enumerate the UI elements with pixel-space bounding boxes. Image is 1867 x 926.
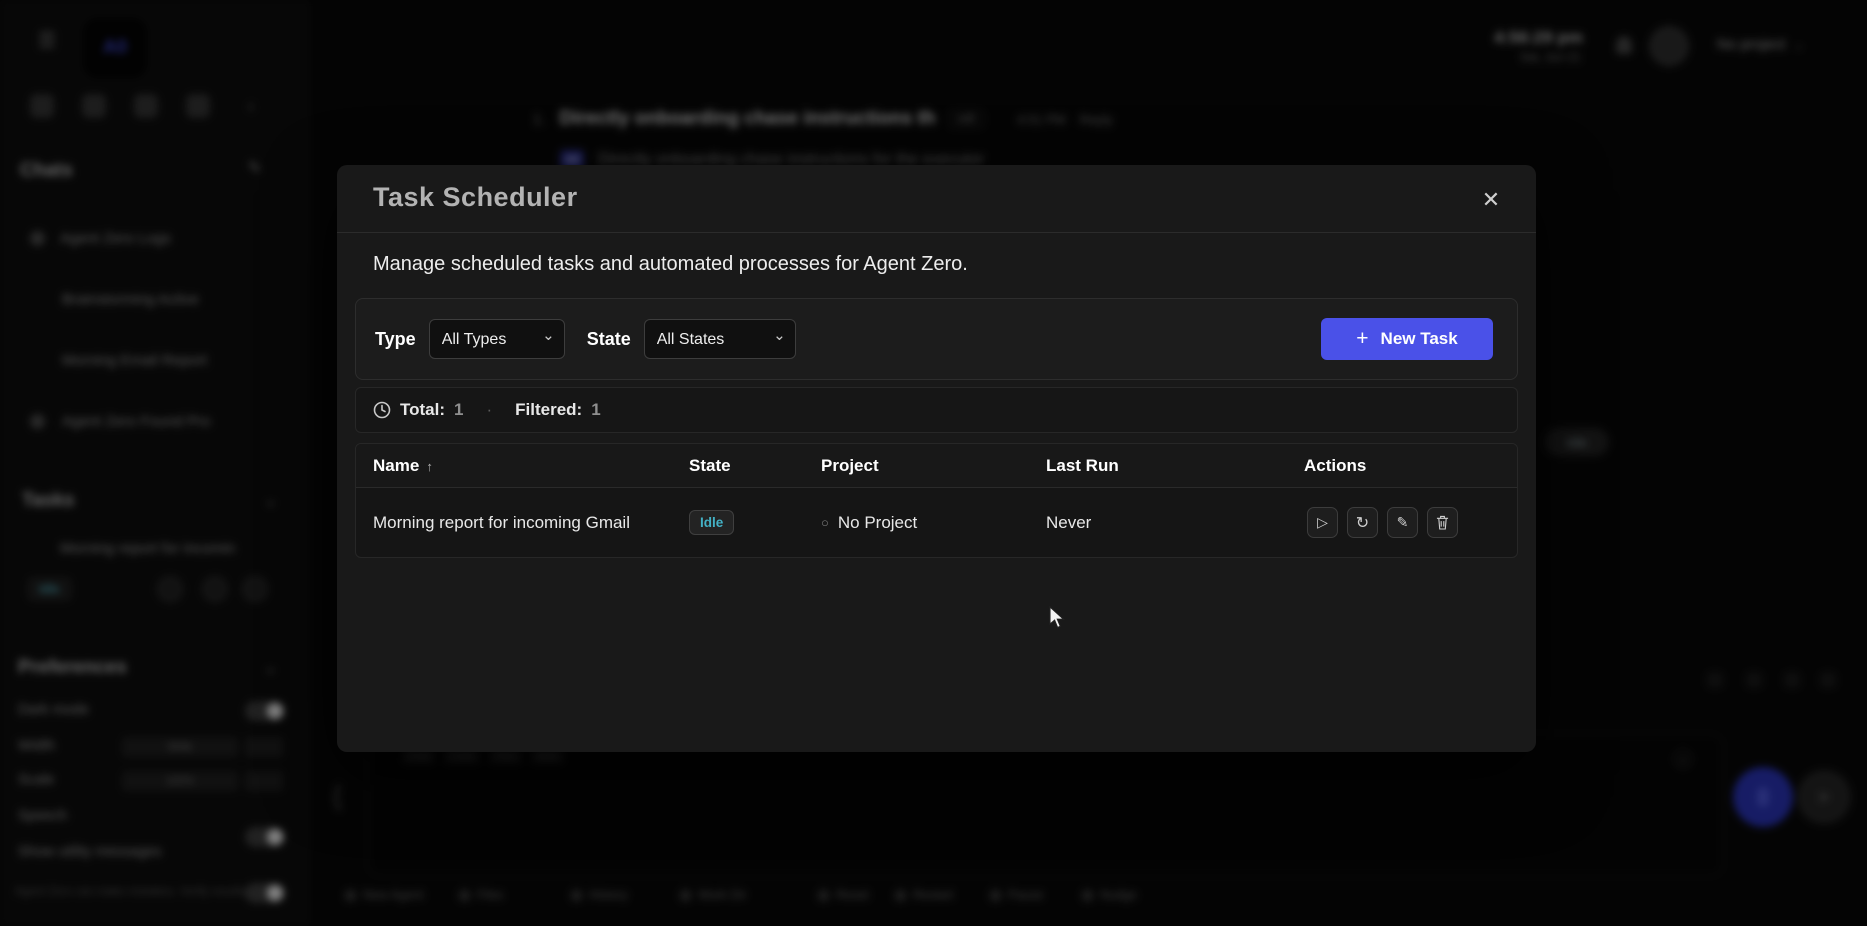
last-run-header-label: Last Run (1046, 456, 1119, 475)
column-header-actions: Actions (1304, 456, 1517, 476)
task-state-cell: Idle (689, 510, 821, 535)
plus-icon: + (1356, 327, 1368, 351)
task-project-cell: ○ No Project (821, 513, 1046, 533)
table-header-row: Name ↑ State Project Last Run Actions (356, 444, 1517, 488)
project-header-label: Project (821, 456, 879, 475)
tasks-table: Name ↑ State Project Last Run Actions Mor… (355, 443, 1518, 558)
separator-dot: · (486, 400, 492, 420)
task-scheduler-modal: Task Scheduler ✕ Manage scheduled tasks … (337, 165, 1536, 752)
task-project: No Project (838, 513, 917, 533)
modal-title: Task Scheduler (373, 182, 578, 213)
modal-header: Task Scheduler ✕ (337, 165, 1536, 233)
edit-task-button[interactable]: ✎ (1387, 507, 1418, 538)
mouse-cursor (1046, 606, 1066, 630)
new-task-label: New Task (1381, 329, 1458, 349)
close-icon[interactable]: ✕ (1474, 183, 1508, 217)
column-header-last-run[interactable]: Last Run (1046, 456, 1304, 476)
column-header-project[interactable]: Project (821, 456, 1046, 476)
filter-bar: Type All Types ⌄ State All States ⌄ + Ne… (355, 298, 1518, 380)
project-circle-icon: ○ (821, 515, 829, 530)
total-label: Total: (400, 400, 445, 420)
modal-description: Manage scheduled tasks and automated pro… (373, 253, 968, 276)
actions-header-label: Actions (1304, 456, 1366, 475)
name-header-label: Name (373, 456, 419, 475)
total-value: 1 (454, 400, 463, 420)
sort-ascending-icon: ↑ (426, 459, 433, 474)
refresh-icon: ↻ (1356, 513, 1369, 533)
stats-bar: Total: 1 · Filtered: 1 (355, 387, 1518, 433)
table-row[interactable]: Morning report for incoming Gmail Idle ○… (356, 488, 1517, 557)
task-name: Morning report for incoming Gmail (356, 513, 689, 533)
state-header-label: State (689, 456, 731, 475)
trash-icon (1436, 515, 1449, 530)
edit-icon: ✎ (1397, 514, 1409, 531)
filtered-value: 1 (591, 400, 600, 420)
delete-task-button[interactable] (1427, 507, 1458, 538)
filtered-label: Filtered: (515, 400, 582, 420)
column-header-name[interactable]: Name ↑ (356, 456, 689, 476)
task-last-run: Never (1046, 513, 1304, 533)
state-filter-label: State (587, 329, 631, 350)
app-screen: ☰ A0 ‹ Chats ✎ Agent Zero Logs Brainstor… (0, 0, 1867, 926)
run-task-button[interactable]: ▷ (1307, 507, 1338, 538)
new-task-button[interactable]: + New Task (1321, 318, 1493, 360)
state-badge: Idle (689, 510, 734, 535)
task-actions: ▷ ↻ ✎ (1304, 507, 1517, 538)
column-header-state[interactable]: State (689, 456, 821, 476)
clock-icon (373, 401, 391, 419)
reload-task-button[interactable]: ↻ (1347, 507, 1378, 538)
type-filter-select[interactable]: All Types (429, 319, 565, 359)
play-icon: ▷ (1317, 514, 1328, 531)
state-filter-select[interactable]: All States (644, 319, 796, 359)
type-filter-label: Type (375, 329, 416, 350)
